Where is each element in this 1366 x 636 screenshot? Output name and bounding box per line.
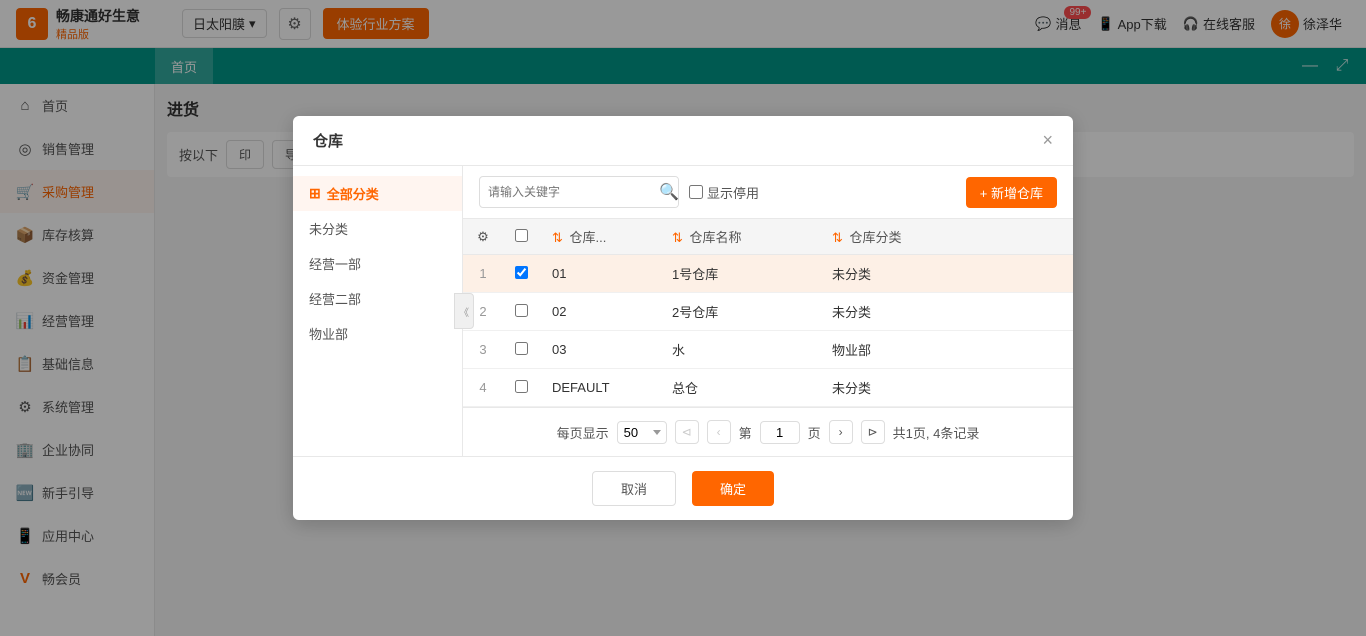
page-suffix: 页 <box>808 423 821 442</box>
modal-overlay: 仓库 × ⊞ 全部分类 未分类 经营一部 经营二部 物业部 《 <box>0 0 1366 636</box>
sort-icon-category: ⇅ <box>832 230 843 245</box>
page-summary: 共1页, 4条记录 <box>893 423 980 442</box>
next-page-button[interactable]: › <box>829 420 853 444</box>
table-row[interactable]: 3 03 水 物业部 <box>463 331 1073 369</box>
row-code: 03 <box>540 331 660 369</box>
category-item-ops1[interactable]: 经营一部 <box>293 246 462 281</box>
row-num: 3 <box>463 331 503 369</box>
row-category: 未分类 <box>820 369 1073 407</box>
category-item-ops2[interactable]: 经营二部 <box>293 281 462 316</box>
sort-icon-code: ⇅ <box>552 230 563 245</box>
modal-body: ⊞ 全部分类 未分类 经营一部 经营二部 物业部 《 🔍 <box>293 166 1073 456</box>
sort-icon-name: ⇅ <box>672 230 683 245</box>
page-size-select[interactable]: 50 10 20 100 <box>617 421 667 444</box>
table-scroll: ⚙ ⇅ 仓库... ⇅ <box>463 219 1073 407</box>
modal-footer: 取消 确定 <box>293 456 1073 520</box>
gear-icon-th: ⚙ <box>477 229 489 244</box>
row-name: 总仓 <box>660 369 820 407</box>
row-code: 02 <box>540 293 660 331</box>
show-disabled-label: 显示停用 <box>689 183 759 202</box>
search-input[interactable] <box>480 180 651 204</box>
category-item-property[interactable]: 物业部 <box>293 316 462 351</box>
table-row[interactable]: 4 DEFAULT 总仓 未分类 <box>463 369 1073 407</box>
row-name: 水 <box>660 331 820 369</box>
row-num: 4 <box>463 369 503 407</box>
prev-page-button[interactable]: ‹ <box>707 420 731 444</box>
row-num: 1 <box>463 255 503 293</box>
confirm-button[interactable]: 确定 <box>692 471 774 506</box>
last-page-button[interactable]: ⊳ <box>861 420 885 444</box>
table-row[interactable]: 2 02 2号仓库 未分类 <box>463 293 1073 331</box>
th-code: ⇅ 仓库... <box>540 219 660 255</box>
th-name: ⇅ 仓库名称 <box>660 219 820 255</box>
row-checkbox[interactable] <box>503 293 540 331</box>
cancel-button[interactable]: 取消 <box>592 471 676 506</box>
page-prefix: 第 <box>739 423 752 442</box>
th-checkbox <box>503 219 540 255</box>
close-button[interactable]: × <box>1042 130 1053 151</box>
row-code: 01 <box>540 255 660 293</box>
page-number-input[interactable] <box>760 421 800 444</box>
first-page-button[interactable]: ⊲ <box>675 420 699 444</box>
show-disabled-text: 显示停用 <box>707 183 759 202</box>
row-name: 1号仓库 <box>660 255 820 293</box>
modal-header: 仓库 × <box>293 116 1073 166</box>
warehouse-modal: 仓库 × ⊞ 全部分类 未分类 经营一部 经营二部 物业部 《 <box>293 116 1073 520</box>
all-categories-label: 全部分类 <box>327 184 379 203</box>
row-name: 2号仓库 <box>660 293 820 331</box>
search-icon[interactable]: 🔍 <box>651 177 679 207</box>
category-panel: ⊞ 全部分类 未分类 经营一部 经营二部 物业部 《 <box>293 166 463 456</box>
select-all-checkbox[interactable] <box>515 229 528 242</box>
table-row[interactable]: 1 01 1号仓库 未分类 <box>463 255 1073 293</box>
add-warehouse-button[interactable]: + 新增仓库 <box>966 177 1057 208</box>
grid-icon: ⊞ <box>309 185 321 202</box>
per-page-label: 每页显示 <box>557 423 609 442</box>
search-box: 🔍 <box>479 176 679 208</box>
row-category: 物业部 <box>820 331 1073 369</box>
modal-title: 仓库 <box>313 130 343 151</box>
row-category: 未分类 <box>820 293 1073 331</box>
th-settings: ⚙ <box>463 219 503 255</box>
table-toolbar: 🔍 显示停用 + 新增仓库 <box>463 166 1073 219</box>
table-panel: 🔍 显示停用 + 新增仓库 ⚙ <box>463 166 1073 456</box>
row-checkbox[interactable] <box>503 331 540 369</box>
show-disabled-checkbox[interactable] <box>689 185 703 199</box>
row-checkbox[interactable] <box>503 369 540 407</box>
table-header-row: ⚙ ⇅ 仓库... ⇅ <box>463 219 1073 255</box>
row-category: 未分类 <box>820 255 1073 293</box>
row-code: DEFAULT <box>540 369 660 407</box>
pagination: 每页显示 50 10 20 100 ⊲ ‹ 第 页 › ⊳ 共1页, 4条记录 <box>463 407 1073 456</box>
row-checkbox[interactable] <box>503 255 540 293</box>
category-all[interactable]: ⊞ 全部分类 <box>293 176 462 211</box>
th-category: ⇅ 仓库分类 <box>820 219 1073 255</box>
collapse-button[interactable]: 《 <box>454 293 474 329</box>
category-item-unclassified[interactable]: 未分类 <box>293 211 462 246</box>
warehouse-table: ⚙ ⇅ 仓库... ⇅ <box>463 219 1073 407</box>
